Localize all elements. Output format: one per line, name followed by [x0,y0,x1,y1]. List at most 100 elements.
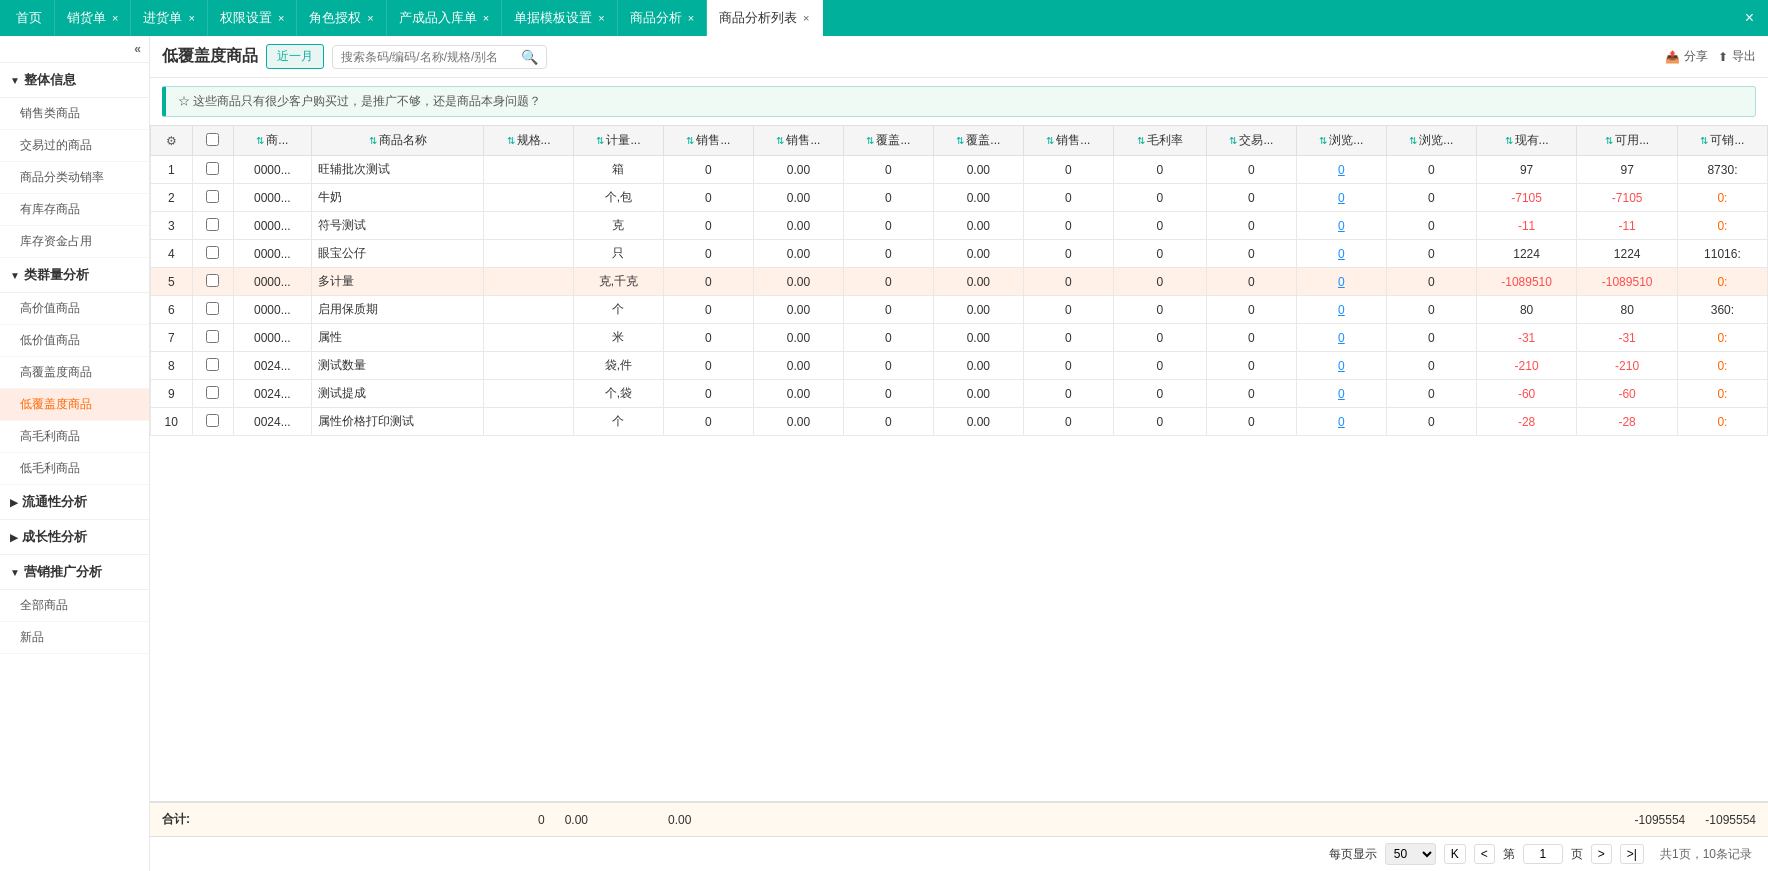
col-available[interactable]: ⇅可用... [1577,126,1678,156]
gear-icon[interactable]: ⚙ [166,134,177,148]
col-margin[interactable]: ⇅毛利率 [1113,126,1206,156]
cell-checkbox[interactable] [192,324,233,352]
cell-browse1[interactable]: 0 [1296,408,1386,436]
col-spec[interactable]: ⇅规格... [484,126,574,156]
cell-checkbox[interactable] [192,268,233,296]
first-page-button[interactable]: K [1444,844,1466,864]
cell-checkbox[interactable] [192,408,233,436]
sidebar-group-marketing[interactable]: ▼ 营销推广分析 [0,555,149,590]
cell-browse1[interactable]: 0 [1296,184,1386,212]
nav-analysis-list[interactable]: 商品分析列表 × [707,0,822,36]
row-checkbox[interactable] [206,218,219,231]
nav-template-close[interactable]: × [598,12,604,24]
nav-role-close[interactable]: × [367,12,373,24]
col-gear[interactable]: ⚙ [151,126,193,156]
nav-sales[interactable]: 销货单 × [55,0,131,36]
page-number-input[interactable] [1523,844,1563,864]
cell-checkbox[interactable] [192,380,233,408]
nav-product-entry-close[interactable]: × [483,12,489,24]
row-checkbox[interactable] [206,358,219,371]
sidebar-item-low-coverage[interactable]: 低覆盖度商品 [0,389,149,421]
nav-product-entry[interactable]: 产成品入库单 × [387,0,502,36]
sidebar-item-low-value[interactable]: 低价值商品 [0,325,149,357]
nav-purchase[interactable]: 进货单 × [131,0,207,36]
share-button[interactable]: 📤 分享 [1665,48,1708,65]
sidebar-item-low-margin[interactable]: 低毛利商品 [0,453,149,485]
row-checkbox[interactable] [206,246,219,259]
cell-checkbox[interactable] [192,296,233,324]
browse-link[interactable]: 0 [1338,191,1345,205]
sidebar-item-sales-goods[interactable]: 销售类商品 [0,98,149,130]
nav-template[interactable]: 单据模板设置 × [502,0,617,36]
sidebar-item-category-rate[interactable]: 商品分类动销率 [0,162,149,194]
browse-link[interactable]: 0 [1338,219,1345,233]
cell-checkbox[interactable] [192,156,233,184]
cell-checkbox[interactable] [192,212,233,240]
nav-home[interactable]: 首页 [4,0,55,36]
nav-permission[interactable]: 权限设置 × [208,0,297,36]
col-sale-amt[interactable]: ⇅销售... [753,126,843,156]
select-all-checkbox[interactable] [206,133,219,146]
row-checkbox[interactable] [206,190,219,203]
col-sale-qty[interactable]: ⇅销售... [663,126,753,156]
row-checkbox[interactable] [206,386,219,399]
cell-browse1[interactable]: 0 [1296,240,1386,268]
cell-checkbox[interactable] [192,352,233,380]
cell-browse1[interactable]: 0 [1296,268,1386,296]
sidebar-group-growth[interactable]: ▶ 成长性分析 [0,520,149,555]
sidebar-item-in-stock[interactable]: 有库存商品 [0,194,149,226]
sidebar-item-new-goods[interactable]: 新品 [0,622,149,654]
sidebar-item-high-margin[interactable]: 高毛利商品 [0,421,149,453]
next-page-button[interactable]: > [1591,844,1612,864]
col-browse1[interactable]: ⇅浏览... [1296,126,1386,156]
cell-browse1[interactable]: 0 [1296,352,1386,380]
browse-link[interactable]: 0 [1338,247,1345,261]
sidebar-group-liquidity[interactable]: ▶ 流通性分析 [0,485,149,520]
col-cover1[interactable]: ⇅覆盖... [843,126,933,156]
cell-browse1[interactable]: 0 [1296,296,1386,324]
table-container[interactable]: ⚙ ⇅商... ⇅商品名称 ⇅规格... ⇅计量... ⇅销售... ⇅销售..… [150,125,1768,801]
export-button[interactable]: ⬆ 导出 [1718,48,1756,65]
col-cover2[interactable]: ⇅覆盖... [933,126,1023,156]
col-browse2[interactable]: ⇅浏览... [1386,126,1476,156]
col-name[interactable]: ⇅商品名称 [312,126,484,156]
nav-product-analysis-close[interactable]: × [688,12,694,24]
sidebar-item-capital[interactable]: 库存资金占用 [0,226,149,258]
cell-browse1[interactable]: 0 [1296,156,1386,184]
browse-link[interactable]: 0 [1338,387,1345,401]
browse-link[interactable]: 0 [1338,163,1345,177]
sidebar-collapse-button[interactable]: « [0,36,149,63]
browse-link[interactable]: 0 [1338,331,1345,345]
col-saleable[interactable]: ⇅可销... [1677,126,1767,156]
col-current[interactable]: ⇅现有... [1476,126,1577,156]
row-checkbox[interactable] [206,302,219,315]
col-sale3[interactable]: ⇅销售... [1023,126,1113,156]
sidebar-group-overall[interactable]: ▼ 整体信息 [0,63,149,98]
cell-browse1[interactable]: 0 [1296,212,1386,240]
row-checkbox[interactable] [206,162,219,175]
nav-product-analysis[interactable]: 商品分析 × [618,0,707,36]
cell-browse1[interactable]: 0 [1296,380,1386,408]
col-unit[interactable]: ⇅计量... [574,126,664,156]
sidebar-item-high-coverage[interactable]: 高覆盖度商品 [0,357,149,389]
sidebar-item-traded-goods[interactable]: 交易过的商品 [0,130,149,162]
nav-role[interactable]: 角色授权 × [297,0,386,36]
browse-link[interactable]: 0 [1338,303,1345,317]
row-checkbox[interactable] [206,414,219,427]
cell-browse1[interactable]: 0 [1296,324,1386,352]
browse-link[interactable]: 0 [1338,359,1345,373]
page-size-select[interactable]: 50 20 100 200 [1385,843,1436,865]
sidebar-item-high-value[interactable]: 高价值商品 [0,293,149,325]
last-page-button[interactable]: >| [1620,844,1644,864]
prev-page-button[interactable]: < [1474,844,1495,864]
window-close-button[interactable]: × [1735,9,1764,27]
col-checkbox[interactable] [192,126,233,156]
row-checkbox[interactable] [206,274,219,287]
browse-link[interactable]: 0 [1338,415,1345,429]
search-icon[interactable]: 🔍 [521,49,538,65]
row-checkbox[interactable] [206,330,219,343]
col-trade[interactable]: ⇅交易... [1206,126,1296,156]
sidebar-group-cluster[interactable]: ▼ 类群量分析 [0,258,149,293]
nav-permission-close[interactable]: × [278,12,284,24]
nav-analysis-list-close[interactable]: × [803,12,809,24]
